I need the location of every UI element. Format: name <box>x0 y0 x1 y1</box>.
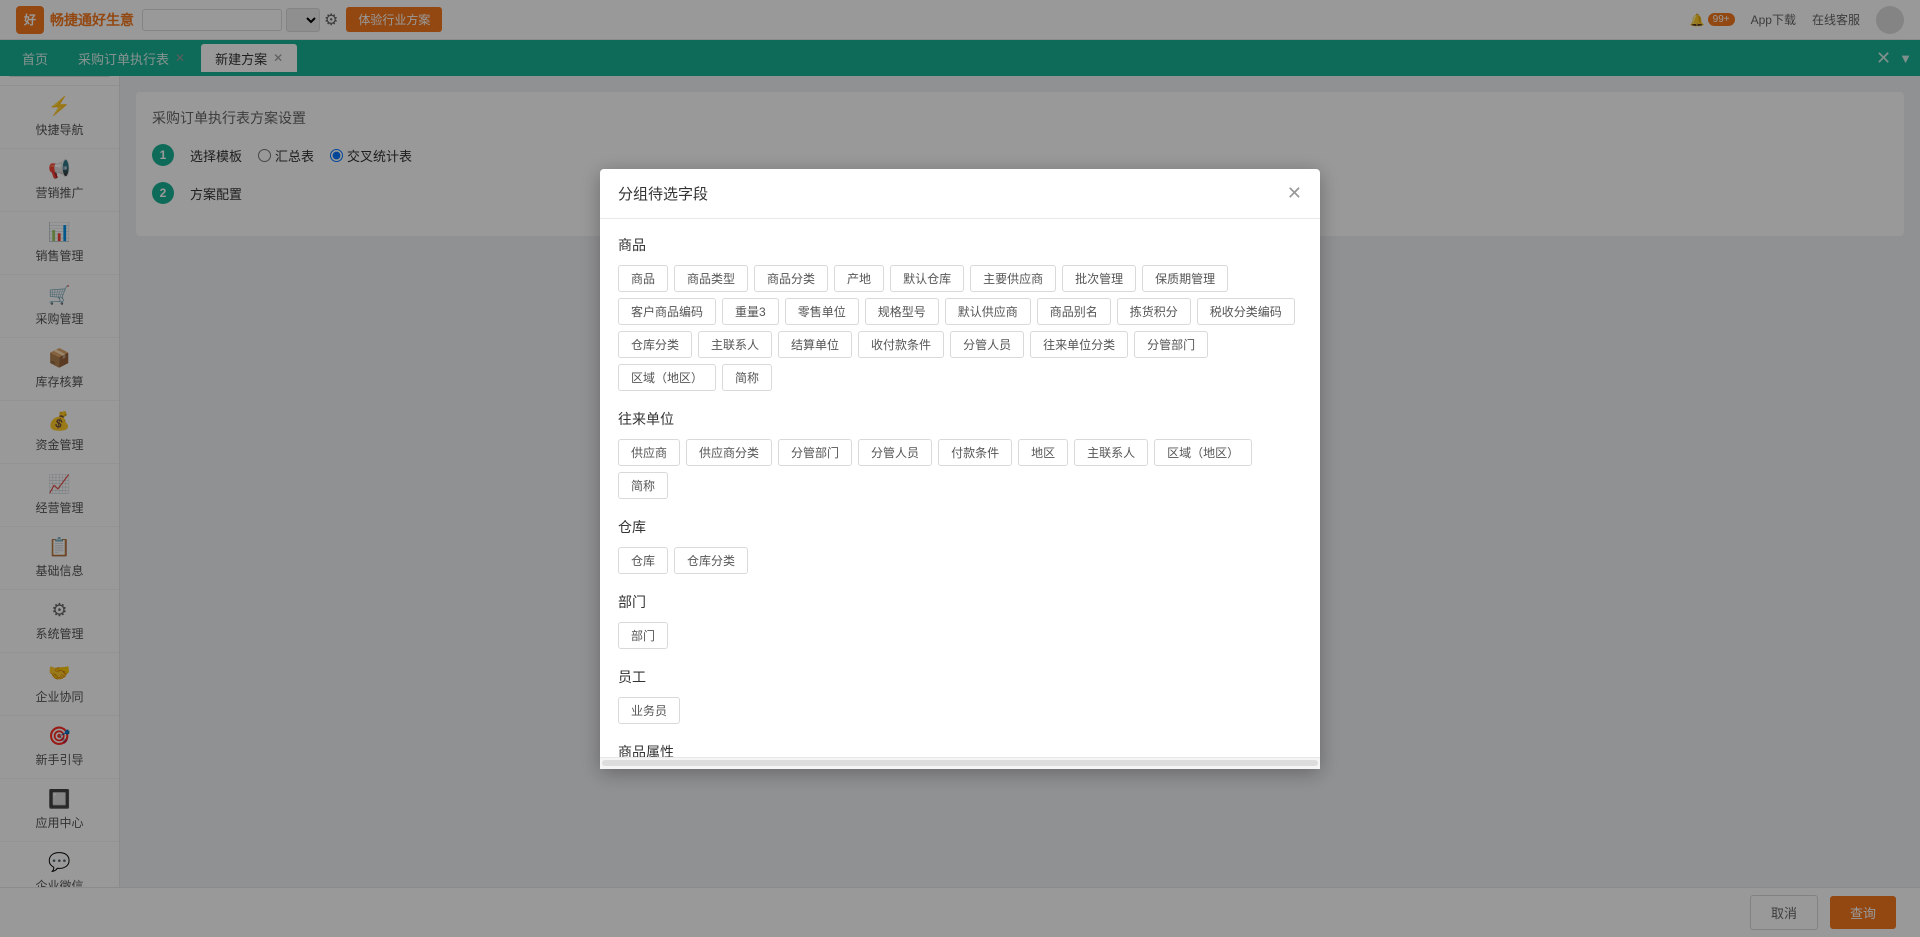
tag-payment-terms[interactable]: 收付款条件 <box>858 331 944 358</box>
tag-shelf-life[interactable]: 保质期管理 <box>1142 265 1228 292</box>
modal-overlay: 分组待选字段 ✕ 商品 商品 商品类型 商品分类 产地 默认仓库 主要供应商 批… <box>0 0 1920 937</box>
section-employee-title: 员工 <box>618 667 1302 687</box>
section-warehouse-title: 仓库 <box>618 517 1302 537</box>
tag-main-contact[interactable]: 主联系人 <box>698 331 772 358</box>
tag-product-type[interactable]: 商品类型 <box>674 265 748 292</box>
tag-cp-manager[interactable]: 分管人员 <box>858 439 932 466</box>
tag-cp-abbr[interactable]: 简称 <box>618 472 668 499</box>
tag-supplier[interactable]: 供应商 <box>618 439 680 466</box>
tag-batch-manage[interactable]: 批次管理 <box>1062 265 1136 292</box>
tag-warehouse[interactable]: 仓库 <box>618 547 668 574</box>
tag-abbr[interactable]: 简称 <box>722 364 772 391</box>
tag-department[interactable]: 部门 <box>618 622 668 649</box>
modal-close-button[interactable]: ✕ <box>1287 183 1302 204</box>
tag-cp-area[interactable]: 区域（地区） <box>1154 439 1252 466</box>
tag-settle-unit[interactable]: 结算单位 <box>778 331 852 358</box>
tag-supplier-category[interactable]: 供应商分类 <box>686 439 772 466</box>
modal-body[interactable]: 商品 商品 商品类型 商品分类 产地 默认仓库 主要供应商 批次管理 保质期管理… <box>600 219 1320 757</box>
tag-sales-rep[interactable]: 业务员 <box>618 697 680 724</box>
tag-cp-payment[interactable]: 付款条件 <box>938 439 1012 466</box>
tag-spec-model[interactable]: 规格型号 <box>865 298 939 325</box>
tag-default-warehouse[interactable]: 默认仓库 <box>890 265 964 292</box>
modal-horizontal-scrollbar[interactable] <box>600 757 1320 769</box>
section-department-title: 部门 <box>618 592 1302 612</box>
tag-pick-points[interactable]: 拣货积分 <box>1117 298 1191 325</box>
section-department-tags: 部门 <box>618 622 1302 649</box>
tag-manage-dept[interactable]: 分管部门 <box>1134 331 1208 358</box>
section-counterpart: 往来单位 供应商 供应商分类 分管部门 分管人员 付款条件 地区 主联系人 区域… <box>618 409 1302 499</box>
section-department: 部门 部门 <box>618 592 1302 649</box>
tag-warehouse-category[interactable]: 仓库分类 <box>618 331 692 358</box>
section-employee-tags: 业务员 <box>618 697 1302 724</box>
tag-origin[interactable]: 产地 <box>834 265 884 292</box>
tag-product[interactable]: 商品 <box>618 265 668 292</box>
tag-manager[interactable]: 分管人员 <box>950 331 1024 358</box>
tag-cp-region[interactable]: 地区 <box>1018 439 1068 466</box>
tag-cp-dept[interactable]: 分管部门 <box>778 439 852 466</box>
section-counterpart-title: 往来单位 <box>618 409 1302 429</box>
section-product-attr-title: 商品属性 <box>618 742 1302 757</box>
modal-title: 分组待选字段 <box>618 183 708 204</box>
field-select-modal: 分组待选字段 ✕ 商品 商品 商品类型 商品分类 产地 默认仓库 主要供应商 批… <box>600 169 1320 769</box>
section-employee: 员工 业务员 <box>618 667 1302 724</box>
tag-retail-unit[interactable]: 零售单位 <box>785 298 859 325</box>
section-warehouse: 仓库 仓库 仓库分类 <box>618 517 1302 574</box>
tag-product-alias[interactable]: 商品别名 <box>1037 298 1111 325</box>
section-warehouse-tags: 仓库 仓库分类 <box>618 547 1302 574</box>
section-product-title: 商品 <box>618 235 1302 255</box>
tag-default-supplier[interactable]: 默认供应商 <box>945 298 1031 325</box>
tag-main-supplier[interactable]: 主要供应商 <box>970 265 1056 292</box>
tag-cp-contact[interactable]: 主联系人 <box>1074 439 1148 466</box>
tag-warehouse-cat[interactable]: 仓库分类 <box>674 547 748 574</box>
section-product: 商品 商品 商品类型 商品分类 产地 默认仓库 主要供应商 批次管理 保质期管理… <box>618 235 1302 391</box>
tag-customer-code[interactable]: 客户商品编码 <box>618 298 716 325</box>
tag-tax-code[interactable]: 税收分类编码 <box>1197 298 1295 325</box>
tag-region[interactable]: 区域（地区） <box>618 364 716 391</box>
tag-counterpart-category[interactable]: 往来单位分类 <box>1030 331 1128 358</box>
section-product-tags: 商品 商品类型 商品分类 产地 默认仓库 主要供应商 批次管理 保质期管理 客户… <box>618 265 1302 391</box>
modal-header: 分组待选字段 ✕ <box>600 169 1320 219</box>
tag-product-category[interactable]: 商品分类 <box>754 265 828 292</box>
tag-weight3[interactable]: 重量3 <box>722 298 779 325</box>
section-product-attr: 商品属性 属性 颜色 多规格 尺码 鞋码 1 <box>618 742 1302 757</box>
section-counterpart-tags: 供应商 供应商分类 分管部门 分管人员 付款条件 地区 主联系人 区域（地区） … <box>618 439 1302 499</box>
